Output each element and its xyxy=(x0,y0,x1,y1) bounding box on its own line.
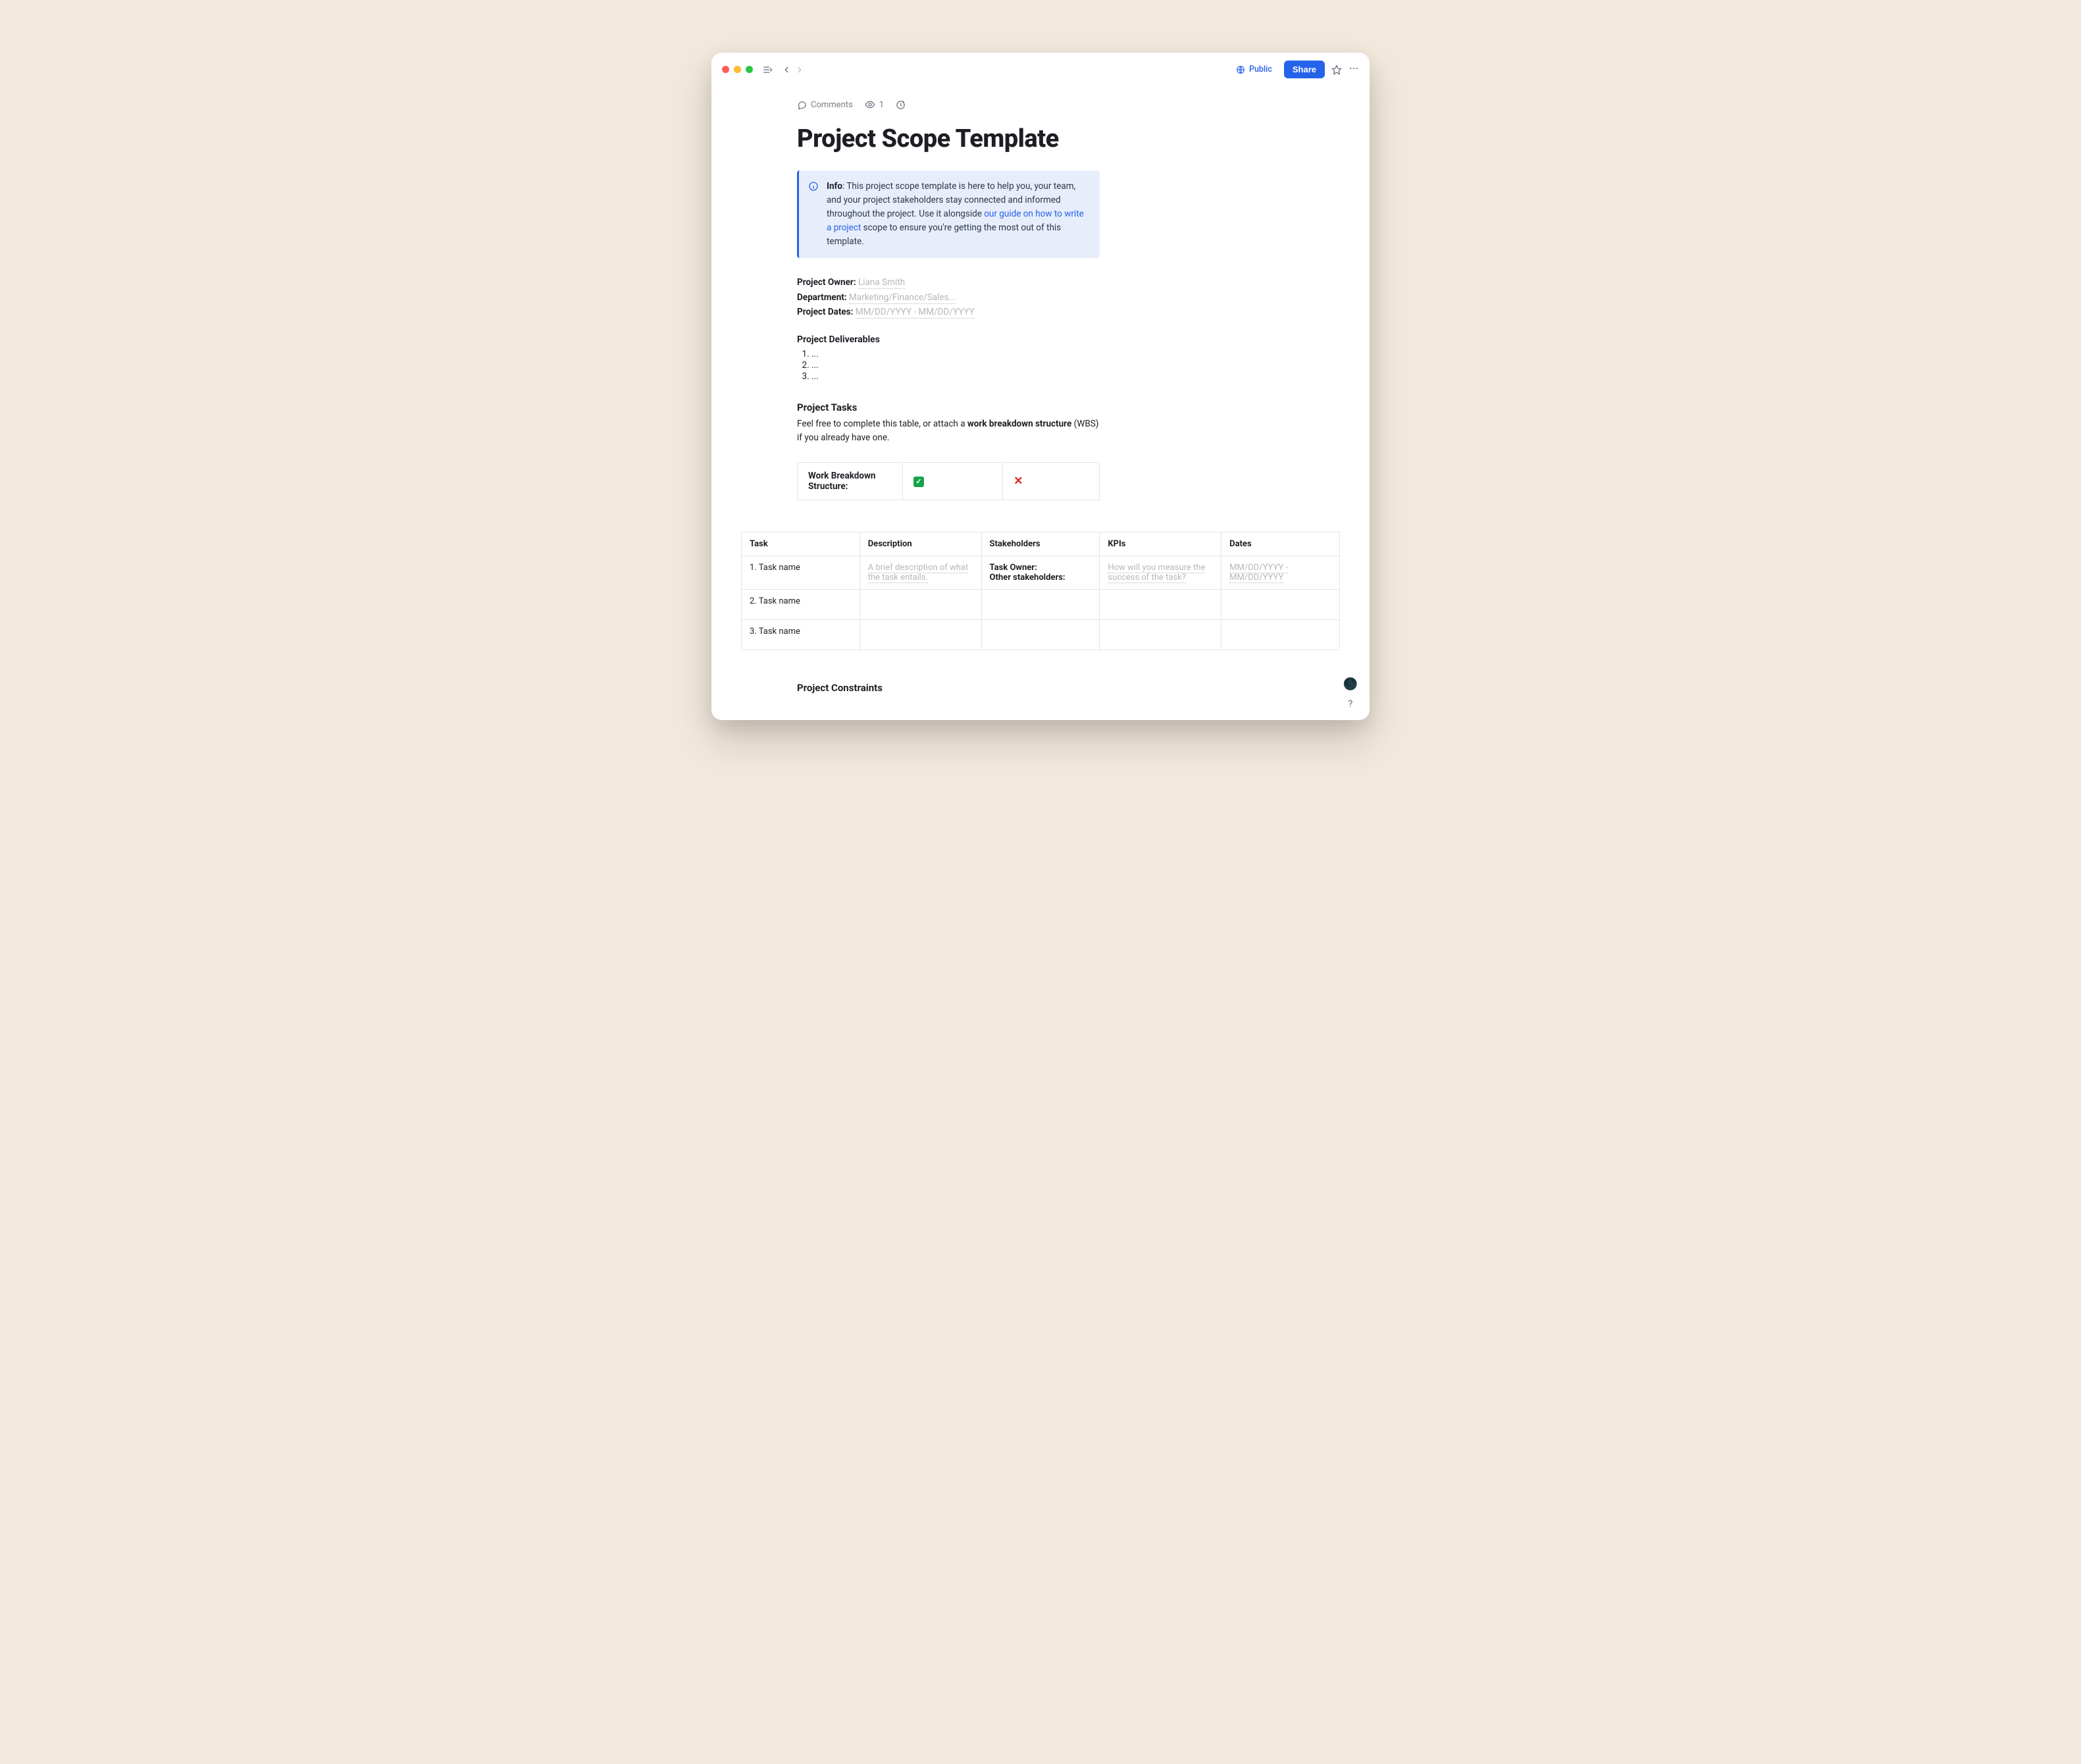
task-desc-cell[interactable] xyxy=(860,590,981,620)
back-button[interactable] xyxy=(782,65,791,74)
col-stakeholders: Stakeholders xyxy=(981,532,1100,556)
table-row[interactable]: 3. Task name xyxy=(742,620,1340,650)
field-project-dates[interactable]: Project Dates: MM/DD/YYYY - MM/DD/YYYY xyxy=(797,305,1100,320)
presence-indicator-icon[interactable]: 🌑 xyxy=(1343,677,1358,691)
deliverables-list[interactable]: ... ... ... xyxy=(811,349,1100,382)
maximize-window-icon[interactable] xyxy=(746,66,753,73)
share-button[interactable]: Share xyxy=(1284,61,1325,78)
page-title[interactable]: Project Scope Template xyxy=(797,124,1100,153)
table-row[interactable]: 2. Task name xyxy=(742,590,1340,620)
nav-arrows xyxy=(782,65,804,74)
col-kpis: KPIs xyxy=(1100,532,1221,556)
project-fields[interactable]: Project Owner: Liana Smith Department: M… xyxy=(797,275,1100,321)
app-window: Public Share Comments 1 xyxy=(711,53,1370,720)
floating-controls: 🌑 ? xyxy=(1343,677,1358,710)
wbs-table[interactable]: Work Breakdown Structure: ✓ ✕ xyxy=(797,462,1100,500)
field-value[interactable]: Marketing/Finance/Sales... xyxy=(849,292,956,304)
top-bar-right: Public Share xyxy=(1231,61,1359,78)
info-icon xyxy=(808,181,819,249)
field-label: Project Dates: xyxy=(797,307,853,317)
eye-icon xyxy=(865,99,875,110)
globe-icon xyxy=(1236,65,1245,74)
info-lead: Info xyxy=(827,181,842,192)
list-item[interactable]: ... xyxy=(811,349,1100,359)
close-window-icon[interactable] xyxy=(722,66,729,73)
sidebar-toggle-button[interactable] xyxy=(762,65,773,75)
window-controls xyxy=(722,66,753,73)
comments-label: Comments xyxy=(811,100,853,110)
forward-button[interactable] xyxy=(795,65,804,74)
document-meta: Comments 1 xyxy=(797,99,1100,110)
wbs-label-cell[interactable]: Work Breakdown Structure: xyxy=(798,463,903,500)
more-horizontal-icon xyxy=(1349,63,1359,74)
field-label: Department: xyxy=(797,292,847,303)
col-task: Task xyxy=(742,532,860,556)
field-label: Project Owner: xyxy=(797,277,856,288)
deliverables-heading[interactable]: Project Deliverables xyxy=(797,334,1100,345)
task-desc-cell[interactable]: A brief description of what the task ent… xyxy=(860,556,981,590)
clock-plus-icon xyxy=(896,100,906,110)
task-dates-cell[interactable]: MM/DD/YYYY - MM/DD/YYYY xyxy=(1221,556,1340,590)
field-department[interactable]: Department: Marketing/Finance/Sales... xyxy=(797,290,1100,305)
cross-icon: ✕ xyxy=(1014,475,1023,488)
views-indicator[interactable]: 1 xyxy=(865,99,884,110)
help-button[interactable]: ? xyxy=(1348,698,1352,710)
more-menu-button[interactable] xyxy=(1349,63,1359,76)
task-kpi-cell[interactable] xyxy=(1100,620,1221,650)
task-dates-cell[interactable] xyxy=(1221,590,1340,620)
tasks-description[interactable]: Feel free to complete this table, or att… xyxy=(797,417,1100,445)
field-value[interactable]: Liana Smith xyxy=(858,277,905,289)
public-visibility-button[interactable]: Public xyxy=(1231,62,1277,77)
tasks-desc-bold: work breakdown structure xyxy=(967,419,1071,429)
constraints-heading[interactable]: Project Constraints xyxy=(797,682,1100,694)
remind-button[interactable] xyxy=(896,100,906,110)
comments-button[interactable]: Comments xyxy=(797,100,853,110)
table-header-row: Task Description Stakeholders KPIs Dates xyxy=(742,532,1340,556)
top-bar: Public Share xyxy=(711,53,1370,81)
field-project-owner[interactable]: Project Owner: Liana Smith xyxy=(797,275,1100,290)
check-icon: ✓ xyxy=(913,477,924,487)
task-kpi-cell[interactable]: How will you measure the success of the … xyxy=(1100,556,1221,590)
task-stakeholders-cell[interactable] xyxy=(981,590,1100,620)
task-name-cell[interactable]: 2. Task name xyxy=(742,590,860,620)
wbs-no-cell[interactable]: ✕ xyxy=(1003,463,1100,500)
task-stakeholders-cell[interactable] xyxy=(981,620,1100,650)
field-value[interactable]: MM/DD/YYYY - MM/DD/YYYY xyxy=(856,307,975,319)
view-count: 1 xyxy=(879,100,884,110)
task-kpi-cell[interactable] xyxy=(1100,590,1221,620)
info-text-after: scope to ensure you're getting the most … xyxy=(827,222,1061,247)
star-icon xyxy=(1331,65,1342,75)
comment-icon xyxy=(797,100,807,110)
task-stakeholders-cell[interactable]: Task Owner: Other stakeholders: xyxy=(981,556,1100,590)
public-visibility-label: Public xyxy=(1249,65,1272,74)
task-name-cell[interactable]: 3. Task name xyxy=(742,620,860,650)
document-content: Comments 1 Project Scope Template Info: … xyxy=(711,81,1370,720)
task-desc-cell[interactable] xyxy=(860,620,981,650)
top-bar-left xyxy=(722,65,804,75)
wbs-yes-cell[interactable]: ✓ xyxy=(903,463,1003,500)
info-callout[interactable]: Info: This project scope template is her… xyxy=(797,170,1100,258)
table-row[interactable]: 1. Task name A brief description of what… xyxy=(742,556,1340,590)
col-dates: Dates xyxy=(1221,532,1340,556)
tasks-heading[interactable]: Project Tasks xyxy=(797,402,1100,413)
info-callout-body: Info: This project scope template is her… xyxy=(827,180,1088,249)
task-name-cell[interactable]: 1. Task name xyxy=(742,556,860,590)
col-description: Description xyxy=(860,532,981,556)
tasks-desc-before: Feel free to complete this table, or att… xyxy=(797,419,967,429)
tasks-table[interactable]: Task Description Stakeholders KPIs Dates… xyxy=(741,532,1340,650)
task-dates-cell[interactable] xyxy=(1221,620,1340,650)
favorite-button[interactable] xyxy=(1331,65,1342,75)
minimize-window-icon[interactable] xyxy=(734,66,741,73)
list-item[interactable]: ... xyxy=(811,371,1100,382)
list-item[interactable]: ... xyxy=(811,360,1100,371)
table-row: Work Breakdown Structure: ✓ ✕ xyxy=(798,463,1100,500)
